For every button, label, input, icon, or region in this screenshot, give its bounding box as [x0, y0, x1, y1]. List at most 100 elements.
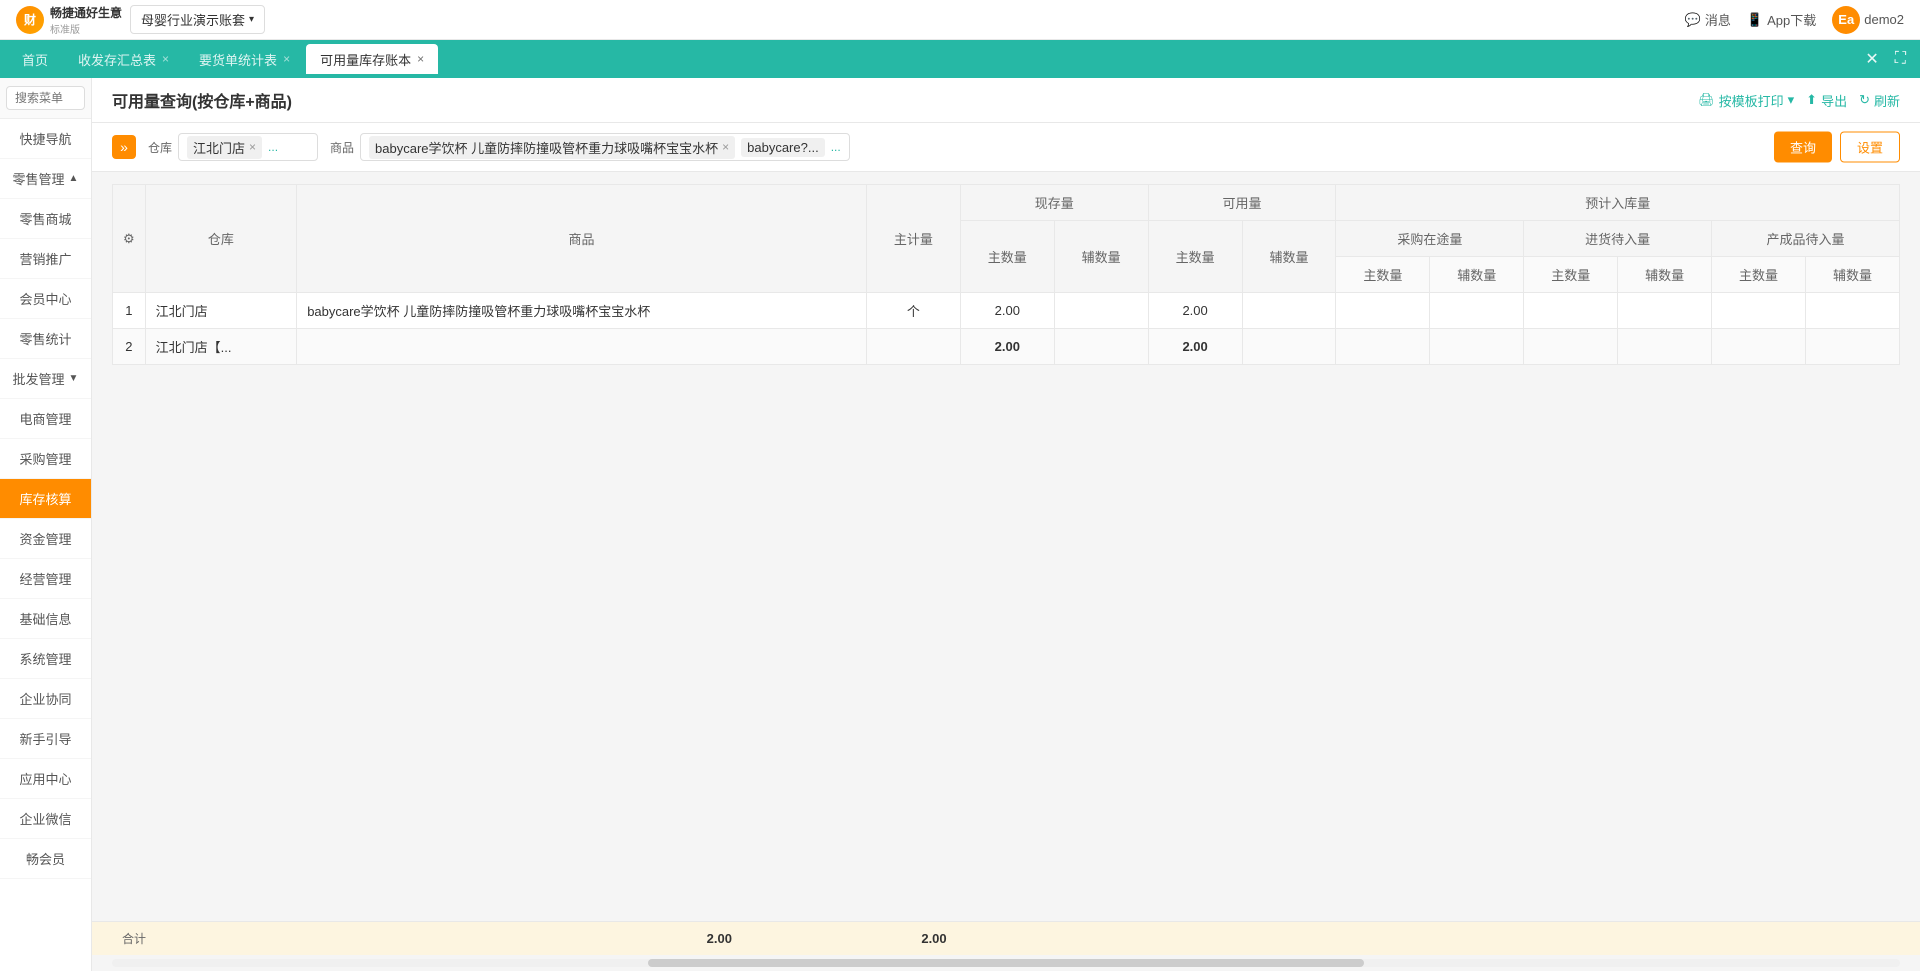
- th-settings-icon[interactable]: ⚙: [113, 185, 146, 293]
- tab-receivable[interactable]: 收发存汇总表 ×: [64, 44, 183, 74]
- sidebar-item-enterprise[interactable]: 企业协同: [0, 679, 91, 719]
- sidebar-item-member-center[interactable]: 会员中心: [0, 279, 91, 319]
- sidebar-item-retail-mall[interactable]: 零售商城: [0, 199, 91, 239]
- th-purchase-transit-aux: 辅数量: [1430, 257, 1524, 293]
- sidebar-item-quick-nav-label: 快捷导航: [19, 132, 71, 147]
- tab-available-stock-label: 可用量库存账本: [320, 50, 411, 69]
- refresh-icon: ↻: [1859, 92, 1870, 108]
- sidebar-item-enterprise-wechat[interactable]: 企业微信: [0, 799, 91, 839]
- settings-button[interactable]: 设置: [1840, 132, 1900, 163]
- th-inbound-pending-aux: 辅数量: [1618, 257, 1712, 293]
- sidebar-item-inventory-label: 库存核算: [19, 492, 71, 507]
- th-purchase-transit-main: 主数量: [1336, 257, 1430, 293]
- user-action[interactable]: Ea demo2: [1832, 6, 1904, 34]
- sidebar-item-purchase-mgmt-label: 采购管理: [19, 452, 71, 467]
- tab-order-stats-close[interactable]: ×: [283, 52, 290, 66]
- logo-icon: 财: [16, 6, 44, 34]
- sidebar-item-retail-mgmt-label: 零售管理: [13, 169, 65, 188]
- sidebar-item-marketing[interactable]: 营销推广: [0, 239, 91, 279]
- search-input[interactable]: [6, 86, 85, 110]
- product-more-btn[interactable]: ...: [831, 140, 841, 154]
- product-tag-1: babycare学饮杯 儿童防摔防撞吸管杯重力球吸嘴杯宝宝水杯 ×: [369, 136, 735, 159]
- tab-receivable-label: 收发存汇总表: [78, 50, 156, 69]
- refresh-button[interactable]: ↻ 刷新: [1859, 91, 1900, 110]
- row-1-pt-aux: [1430, 293, 1524, 329]
- product-filter-input[interactable]: babycare学饮杯 儿童防摔防撞吸管杯重力球吸嘴杯宝宝水杯 × babyca…: [360, 133, 850, 161]
- logo-area: 财 畅捷通好生意 标准版: [16, 4, 122, 36]
- sidebar-item-system-mgmt[interactable]: 系统管理: [0, 639, 91, 679]
- sidebar-item-retail-stats[interactable]: 零售统计: [0, 319, 91, 359]
- sidebar-item-member[interactable]: 畅会员: [0, 839, 91, 879]
- th-production-pending: 产成品待入量: [1712, 221, 1900, 257]
- th-product: 商品: [297, 185, 867, 293]
- row-1-current-aux: [1054, 293, 1148, 329]
- sidebar-item-wholesale-mgmt[interactable]: 批发管理 ▼: [0, 359, 91, 399]
- warehouse-tag-remove[interactable]: ×: [249, 140, 256, 154]
- tab-close-all[interactable]: ✕: [1859, 47, 1884, 71]
- sidebar-item-inventory[interactable]: 库存核算: [0, 479, 91, 519]
- warehouse-more-btn[interactable]: ...: [268, 140, 278, 154]
- print-button[interactable]: 🖨 按模板打印 ▾: [1698, 91, 1794, 110]
- tab-available-stock-close[interactable]: ×: [417, 52, 424, 66]
- row-2-warehouse: 江北门店【...: [145, 329, 297, 365]
- logo-text: 畅捷通好生意: [50, 4, 122, 21]
- row-1-product: babycare学饮杯 儿童防摔防撞吸管杯重力球吸嘴杯宝宝水杯: [297, 293, 867, 329]
- industry-selector[interactable]: 母婴行业演示账套 ▾: [130, 5, 265, 34]
- filter-expand-button[interactable]: »: [112, 135, 136, 159]
- sidebar-item-operations-label: 经营管理: [19, 572, 71, 587]
- sidebar-item-ecommerce-mgmt[interactable]: 电商管理: [0, 399, 91, 439]
- query-button[interactable]: 查询: [1774, 132, 1832, 163]
- logo-subtitle: 标准版: [50, 21, 122, 36]
- tab-home[interactable]: 首页: [8, 44, 62, 74]
- table-row: 2 江北门店【... 2.00 2.00: [113, 329, 1900, 365]
- tab-fullscreen[interactable]: ⛶: [1889, 48, 1912, 70]
- th-inbound-pending: 进货待入量: [1524, 221, 1712, 257]
- row-1-pp-aux: [1805, 293, 1899, 329]
- message-action[interactable]: 💬 消息: [1685, 10, 1731, 29]
- horizontal-scrollbar[interactable]: [112, 959, 1900, 967]
- page-actions: 🖨 按模板打印 ▾ ⬆ 导出 ↻ 刷新: [1698, 91, 1900, 110]
- row-2-current-main: 2.00: [960, 329, 1054, 365]
- tab-order-stats[interactable]: 要货单统计表 ×: [185, 44, 304, 74]
- page-header: 可用量查询(按仓库+商品) 🖨 按模板打印 ▾ ⬆ 导出 ↻ 刷新: [92, 78, 1920, 123]
- export-button[interactable]: ⬆ 导出: [1806, 91, 1847, 110]
- sidebar-item-purchase-mgmt[interactable]: 采购管理: [0, 439, 91, 479]
- sidebar-item-operations[interactable]: 经营管理: [0, 559, 91, 599]
- tab-available-stock[interactable]: 可用量库存账本 ×: [306, 44, 438, 74]
- app-download-label: App下载: [1767, 10, 1816, 29]
- table-row: 1 江北门店 babycare学饮杯 儿童防摔防撞吸管杯重力球吸嘴杯宝宝水杯 个…: [113, 293, 1900, 329]
- industry-label: 母婴行业演示账套: [141, 10, 245, 29]
- top-bar-right: 💬 消息 📱 App下载 Ea demo2: [1685, 6, 1904, 34]
- settings-gear-icon: ⚙: [123, 231, 135, 246]
- filter-action-buttons: 查询 设置: [1774, 132, 1900, 163]
- product-tag-1-remove[interactable]: ×: [722, 140, 729, 154]
- row-2-ip-main: [1524, 329, 1618, 365]
- tab-receivable-close[interactable]: ×: [162, 52, 169, 66]
- th-current-aux-qty: 辅数量: [1054, 221, 1148, 293]
- sidebar-item-finance[interactable]: 资金管理: [0, 519, 91, 559]
- sidebar-item-app-center[interactable]: 应用中心: [0, 759, 91, 799]
- row-2-pt-aux: [1430, 329, 1524, 365]
- th-purchase-transit: 采购在途量: [1336, 221, 1524, 257]
- sidebar-item-marketing-label: 营销推广: [19, 252, 71, 267]
- sidebar-item-ecommerce-mgmt-label: 电商管理: [19, 412, 71, 427]
- sidebar-item-member-center-label: 会员中心: [19, 292, 71, 307]
- warehouse-filter-label: 仓库: [148, 139, 172, 156]
- sidebar-item-basic-info[interactable]: 基础信息: [0, 599, 91, 639]
- row-2-ip-aux: [1618, 329, 1712, 365]
- sidebar-item-newcomer[interactable]: 新手引导: [0, 719, 91, 759]
- app-download-action[interactable]: 📱 App下载: [1747, 10, 1816, 29]
- logo-text-area: 畅捷通好生意 标准版: [50, 4, 122, 36]
- row-2-pt-main: [1336, 329, 1430, 365]
- avatar: Ea: [1832, 6, 1860, 34]
- sidebar-item-retail-mgmt[interactable]: 零售管理 ▲: [0, 159, 91, 199]
- warehouse-filter-input[interactable]: 江北门店 × ...: [178, 133, 318, 161]
- chevron-down-icon: ▲: [69, 173, 79, 184]
- export-label: 导出: [1821, 91, 1847, 110]
- content-area: 可用量查询(按仓库+商品) 🖨 按模板打印 ▾ ⬆ 导出 ↻ 刷新 »: [92, 78, 1920, 971]
- sidebar-item-quick-nav[interactable]: 快捷导航: [0, 119, 91, 159]
- scroll-thumb[interactable]: [648, 959, 1363, 967]
- footer-label: 合计: [112, 930, 272, 947]
- row-1-pt-main: [1336, 293, 1430, 329]
- message-label: 消息: [1705, 10, 1731, 29]
